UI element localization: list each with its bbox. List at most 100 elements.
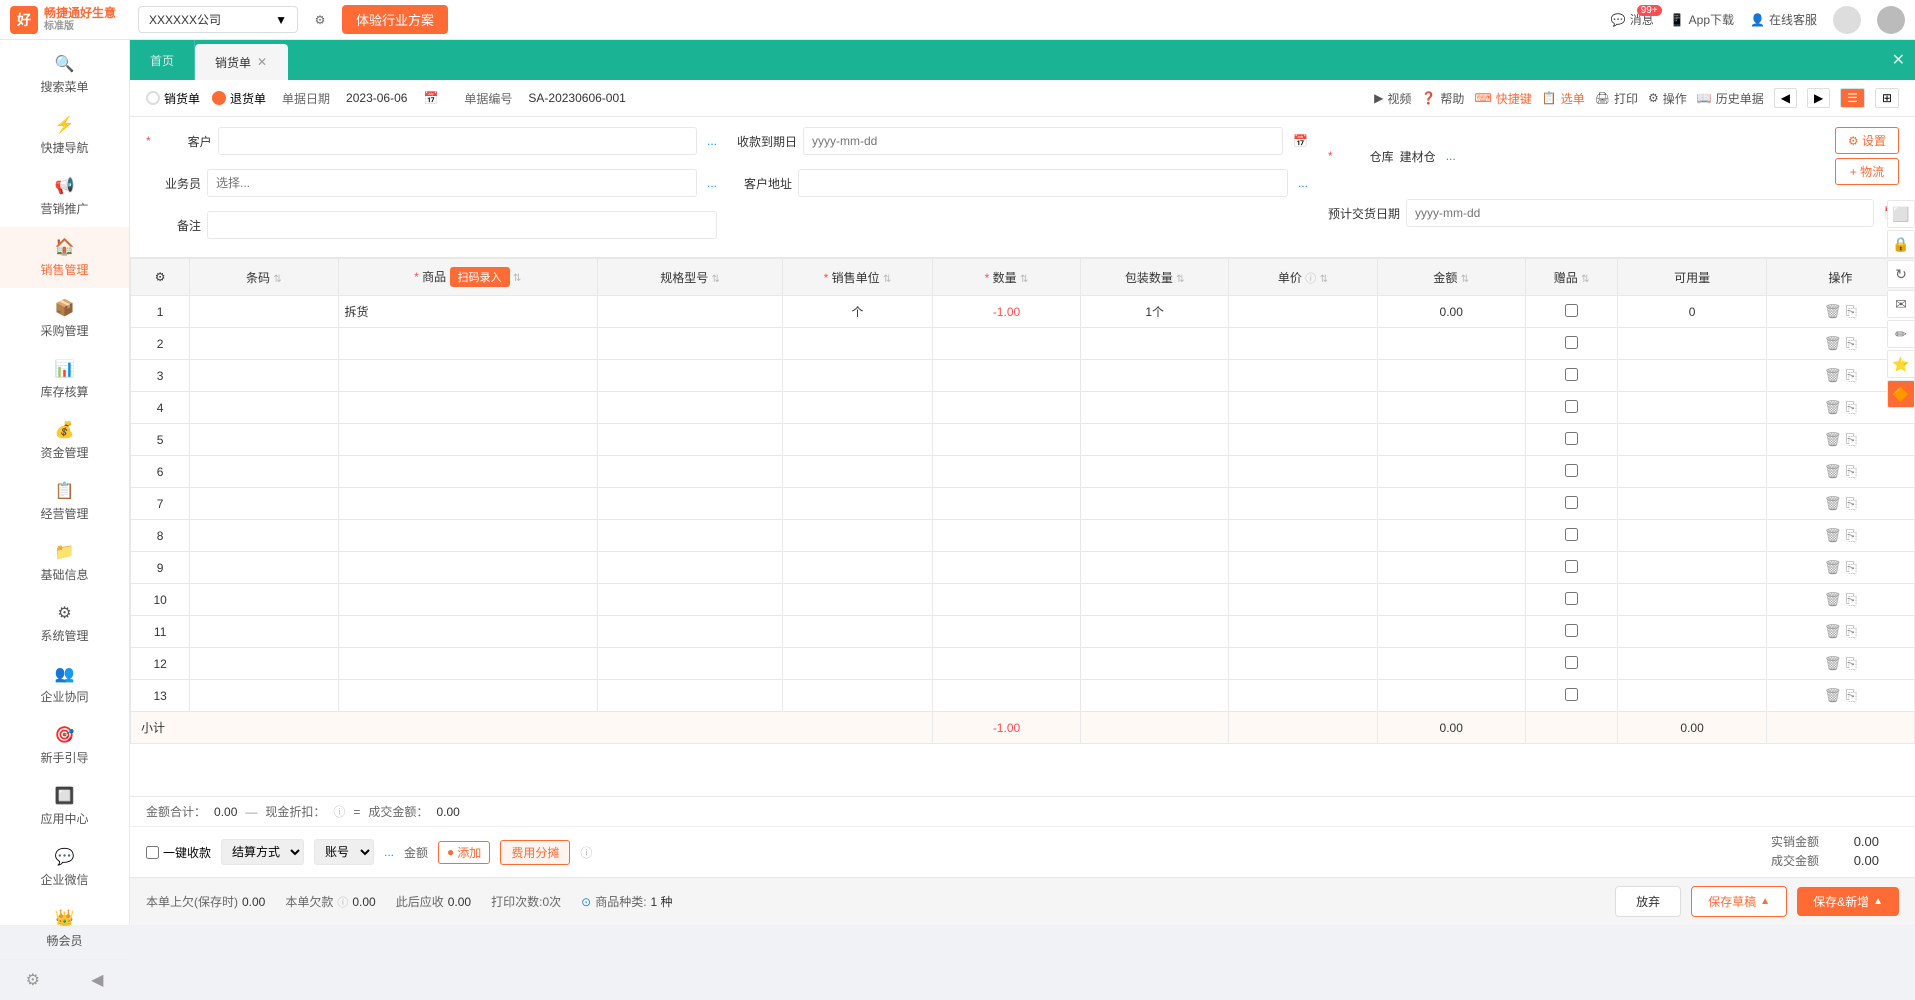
- cell-qty-8[interactable]: [932, 552, 1080, 584]
- cell-price-11[interactable]: [1229, 648, 1377, 680]
- cell-gift-10[interactable]: [1525, 616, 1618, 648]
- gift-checkbox-4[interactable]: [1565, 432, 1578, 445]
- gift-checkbox-12[interactable]: [1565, 688, 1578, 701]
- tab-close-all-icon[interactable]: ✕: [1892, 50, 1905, 70]
- row-delete-icon-7[interactable]: 🗑: [1824, 527, 1842, 544]
- cell-unit-5[interactable]: [783, 456, 933, 488]
- cell-pack-4[interactable]: [1081, 424, 1229, 456]
- gift-checkbox-0[interactable]: [1565, 304, 1578, 317]
- topbar-settings-icon[interactable]: ⚙: [306, 6, 334, 34]
- row-copy-icon-7[interactable]: ⎘: [1846, 527, 1857, 544]
- cell-price-4[interactable]: [1229, 424, 1377, 456]
- sidebar-item-marketing[interactable]: 📢 营销推广: [0, 166, 129, 227]
- view-grid-btn[interactable]: ⊞: [1875, 88, 1899, 108]
- save-draft-button[interactable]: 保存草稿 ▲: [1691, 886, 1787, 917]
- th-barcode[interactable]: 条码 ⇅: [190, 259, 338, 296]
- cell-amount-2[interactable]: [1377, 360, 1525, 392]
- cell-product-9[interactable]: [338, 584, 597, 616]
- cell-price-6[interactable]: [1229, 488, 1377, 520]
- cell-pack-10[interactable]: [1081, 616, 1229, 648]
- gift-checkbox-3[interactable]: [1565, 400, 1578, 413]
- cell-product-11[interactable]: [338, 648, 597, 680]
- row-copy-icon-6[interactable]: ⎘: [1846, 495, 1857, 512]
- th-gift[interactable]: 赠品 ⇅: [1525, 259, 1618, 296]
- gift-checkbox-8[interactable]: [1565, 560, 1578, 573]
- cell-qty-5[interactable]: [932, 456, 1080, 488]
- cell-gift-1[interactable]: [1525, 328, 1618, 360]
- cell-barcode-11[interactable]: [190, 648, 338, 680]
- cell-product-10[interactable]: [338, 616, 597, 648]
- app-download-item[interactable]: 📱 App下载: [1670, 11, 1734, 28]
- cell-pack-2[interactable]: [1081, 360, 1229, 392]
- cell-spec-4[interactable]: [597, 424, 782, 456]
- cell-qty-6[interactable]: [932, 488, 1080, 520]
- cell-price-8[interactable]: [1229, 552, 1377, 584]
- save-new-button[interactable]: 保存&新增 ▲: [1797, 887, 1899, 916]
- nav-next-btn[interactable]: ▶: [1807, 88, 1830, 108]
- th-amount[interactable]: 金额 ⇅: [1377, 259, 1525, 296]
- cell-product-7[interactable]: [338, 520, 597, 552]
- sidebar-bottom-settings-icon[interactable]: ⚙: [26, 970, 40, 990]
- gift-checkbox-7[interactable]: [1565, 528, 1578, 541]
- cell-barcode-3[interactable]: [190, 392, 338, 424]
- settings-button[interactable]: ⚙ 设置: [1835, 127, 1899, 154]
- cell-gift-12[interactable]: [1525, 680, 1618, 712]
- sidebar-item-search[interactable]: 🔍 搜索菜单: [0, 44, 129, 105]
- cell-spec-7[interactable]: [597, 520, 782, 552]
- sidebar-item-finance[interactable]: 💰 资金管理: [0, 410, 129, 471]
- row-delete-icon-6[interactable]: 🗑: [1824, 495, 1842, 512]
- sidebar-item-guide[interactable]: 🎯 新手引导: [0, 715, 129, 776]
- cell-product-3[interactable]: [338, 392, 597, 424]
- video-action[interactable]: ▶ 视频: [1374, 90, 1411, 107]
- cell-amount-7[interactable]: [1377, 520, 1525, 552]
- cell-price-1[interactable]: [1229, 328, 1377, 360]
- row-copy-icon-11[interactable]: ⎘: [1846, 655, 1857, 672]
- th-unit[interactable]: * 销售单位 ⇅: [783, 259, 933, 296]
- salesperson-input[interactable]: [207, 169, 697, 197]
- salesperson-dots[interactable]: ...: [707, 176, 717, 190]
- shortcut-action[interactable]: ⌨ 快捷键: [1474, 90, 1531, 107]
- cell-qty-12[interactable]: [932, 680, 1080, 712]
- company-selector[interactable]: XXXXXX公司 ▼: [138, 6, 298, 33]
- sidebar-item-system[interactable]: ⚙ 系统管理: [0, 593, 129, 654]
- right-tool-5[interactable]: ✏: [1887, 320, 1915, 348]
- tab-sales-order[interactable]: 销货单 ✕: [195, 44, 288, 80]
- cell-barcode-6[interactable]: [190, 488, 338, 520]
- online-service-item[interactable]: 👤 在线客服: [1750, 11, 1817, 28]
- cell-unit-6[interactable]: [783, 488, 933, 520]
- cell-product-12[interactable]: [338, 680, 597, 712]
- radio-return[interactable]: 退货单: [212, 90, 266, 107]
- cell-pack-3[interactable]: [1081, 392, 1229, 424]
- sidebar-item-weixin[interactable]: 💬 企业微信: [0, 837, 129, 898]
- cell-gift-0[interactable]: [1525, 296, 1618, 328]
- th-price[interactable]: 单价 ⓘ ⇅: [1229, 259, 1377, 296]
- row-delete-icon-1[interactable]: 🗑: [1824, 335, 1842, 352]
- cell-spec-0[interactable]: [597, 296, 782, 328]
- cell-barcode-0[interactable]: [190, 296, 338, 328]
- cell-gift-2[interactable]: [1525, 360, 1618, 392]
- cell-spec-2[interactable]: [597, 360, 782, 392]
- cell-pack-0[interactable]: 1个: [1081, 296, 1229, 328]
- cell-amount-3[interactable]: [1377, 392, 1525, 424]
- cell-pack-7[interactable]: [1081, 520, 1229, 552]
- sidebar-item-sales[interactable]: 🏠 销售管理: [0, 227, 129, 288]
- cell-pack-6[interactable]: [1081, 488, 1229, 520]
- th-qty[interactable]: * 数量 ⇅: [932, 259, 1080, 296]
- cell-product-5[interactable]: [338, 456, 597, 488]
- right-tool-4[interactable]: ✉: [1887, 290, 1915, 318]
- cell-product-2[interactable]: [338, 360, 597, 392]
- row-copy-icon-10[interactable]: ⎘: [1846, 623, 1857, 640]
- select-action[interactable]: 📋 选单: [1542, 90, 1585, 107]
- cell-price-0[interactable]: [1229, 296, 1377, 328]
- cell-spec-8[interactable]: [597, 552, 782, 584]
- history-action[interactable]: 📖 历史单据: [1697, 90, 1764, 107]
- cost-split-btn[interactable]: 费用分摊: [500, 840, 570, 865]
- info-icon3[interactable]: ⓘ: [337, 894, 348, 910]
- cell-qty-11[interactable]: [932, 648, 1080, 680]
- cell-gift-4[interactable]: [1525, 424, 1618, 456]
- print-action[interactable]: 🖨 打印: [1595, 90, 1638, 107]
- warehouse-dots[interactable]: ...: [1446, 149, 1456, 163]
- right-tool-6[interactable]: ⭐: [1887, 350, 1915, 378]
- cell-gift-6[interactable]: [1525, 488, 1618, 520]
- row-copy-icon-3[interactable]: ⎘: [1846, 399, 1857, 416]
